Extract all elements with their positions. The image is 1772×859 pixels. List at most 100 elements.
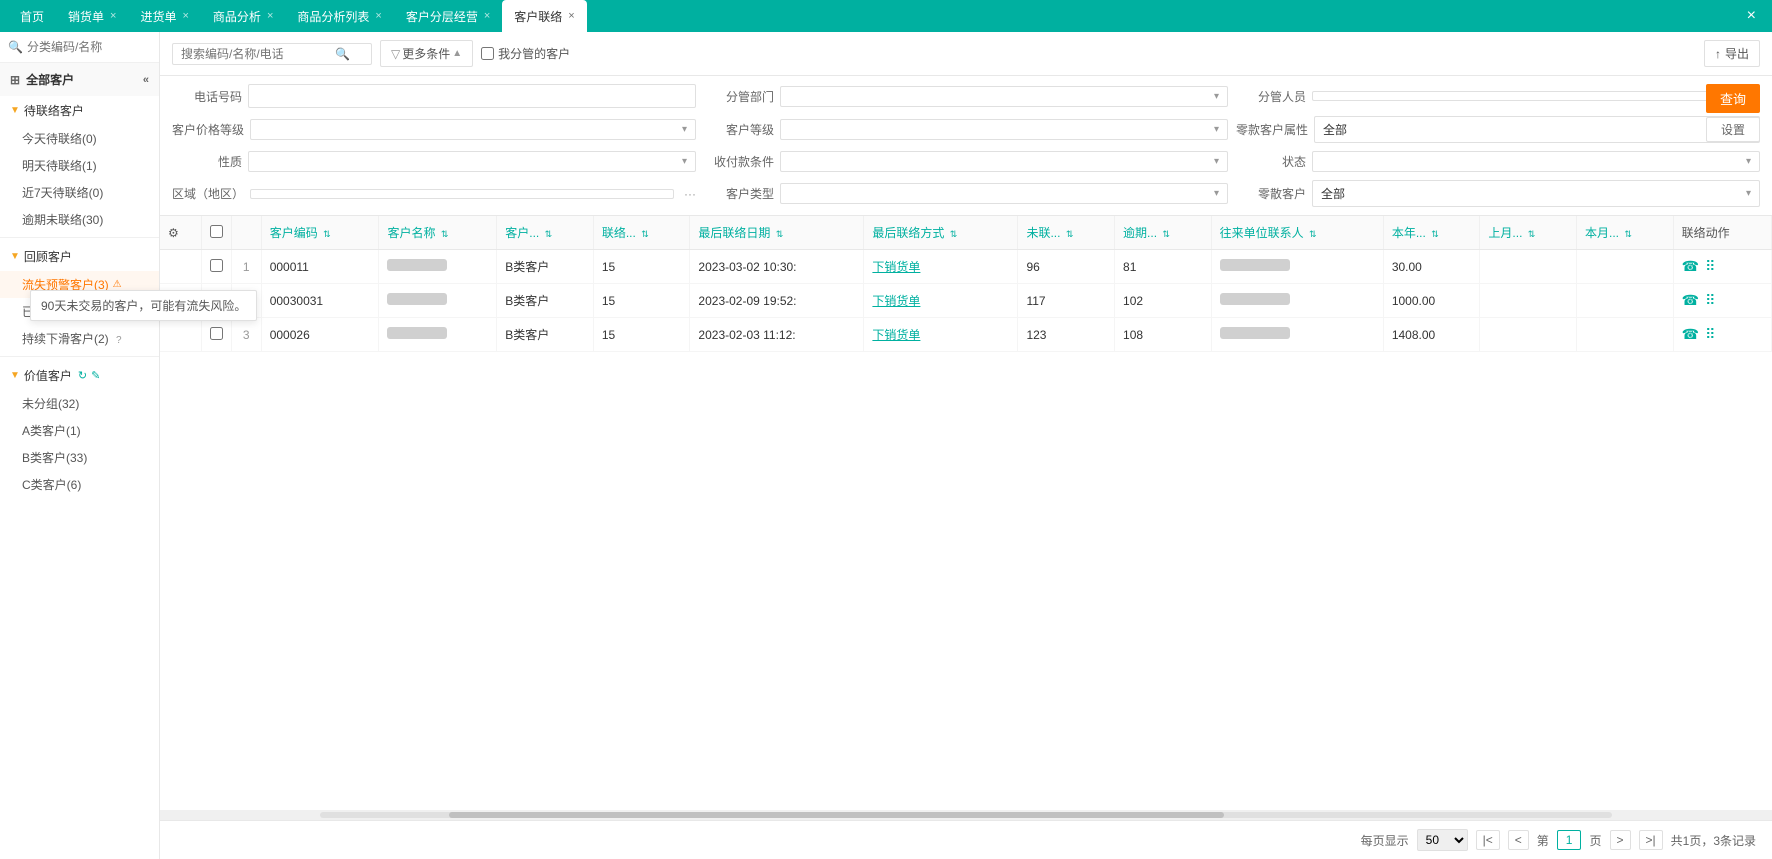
th-type[interactable]: 客户... ⇅ <box>497 216 594 250</box>
scrollbar-thumb[interactable] <box>449 812 1224 818</box>
nav-purchase[interactable]: 进货单 × <box>128 0 200 32</box>
nav-analysis-list[interactable]: 商品分析列表 × <box>285 0 393 32</box>
gender-select[interactable]: ▾ <box>248 151 696 172</box>
action-more-2[interactable]: ⠿ <box>1705 326 1715 343</box>
edit-icon[interactable]: ✎ <box>91 369 100 382</box>
nav-customer-segment-close[interactable]: × <box>484 10 490 22</box>
contact-method-link-1[interactable]: 下销货单 <box>872 294 920 308</box>
customer-type-select[interactable]: ▾ <box>780 183 1228 204</box>
th-last-month[interactable]: 上月... ⇅ <box>1480 216 1577 250</box>
nav-sales[interactable]: 销货单 × <box>56 0 128 32</box>
th-contact[interactable]: 联络... ⇅ <box>593 216 690 250</box>
nav-close-all[interactable]: × <box>1739 7 1764 25</box>
settings-button[interactable]: 设置 <box>1706 117 1760 142</box>
contact-method-link-2[interactable]: 下销货单 <box>872 328 920 342</box>
horizontal-scrollbar[interactable] <box>160 810 1772 820</box>
td-overdue-2: 108 <box>1115 318 1212 352</box>
customer-level-dropdown-icon: ▾ <box>1214 124 1219 135</box>
price-level-label: 客户价格等级 <box>172 121 244 138</box>
th-settings[interactable]: ⚙ <box>160 216 201 250</box>
nav-analysis-close[interactable]: × <box>267 10 273 22</box>
my-customers-checkbox[interactable] <box>481 47 494 60</box>
content-area: 🔍 ▽ 更多条件 ▲ 我分管的客户 ↑ 导出 查询 设置 <box>160 32 1772 859</box>
nav-customer-contact[interactable]: 客户联络 × <box>502 0 586 32</box>
td-last-contact-method-2[interactable]: 下销货单 <box>864 318 1018 352</box>
dept-select[interactable]: ▾ <box>780 86 1228 107</box>
sort-unit-contact-icon: ⇅ <box>1309 229 1317 239</box>
row-checkbox-0[interactable] <box>210 259 223 272</box>
nav-purchase-close[interactable]: × <box>182 10 188 22</box>
sidebar-item-today[interactable]: 今天待联络(0) <box>0 125 159 152</box>
zero-sales-select[interactable]: 全部 ▾ <box>1314 116 1760 143</box>
sidebar-all-customers[interactable]: ⊞ 全部客户 « <box>0 63 159 96</box>
td-type-2: B类客户 <box>497 318 594 352</box>
th-code[interactable]: 客户编码 ⇅ <box>261 216 379 250</box>
select-all-checkbox[interactable] <box>210 225 223 238</box>
sidebar-item-7days[interactable]: 近7天待联络(0) <box>0 179 159 206</box>
action-contact-0[interactable]: ☎ <box>1682 258 1699 275</box>
sidebar-item-ungrouped[interactable]: 未分组(32) <box>0 390 159 417</box>
region-select[interactable] <box>250 189 674 199</box>
nav-customer-segment[interactable]: 客户分层经营 × <box>394 0 502 32</box>
td-checkbox-2[interactable] <box>201 318 231 352</box>
table-row: 3 000026 B类客户 15 2023-02-03 11:12: 下销货单 … <box>160 318 1772 352</box>
phone-input[interactable] <box>248 84 696 108</box>
my-customers-filter[interactable]: 我分管的客户 <box>481 45 570 62</box>
sort-uncontact-icon: ⇅ <box>1066 229 1074 239</box>
th-last-contact-date[interactable]: 最后联络日期 ⇅ <box>690 216 864 250</box>
sidebar-item-class-a[interactable]: A类客户(1) <box>0 417 159 444</box>
prev-page-btn[interactable]: < <box>1508 830 1529 850</box>
action-contact-1[interactable]: ☎ <box>1682 292 1699 309</box>
first-page-btn[interactable]: |< <box>1476 830 1500 850</box>
payment-select[interactable]: ▾ <box>780 151 1228 172</box>
th-overdue[interactable]: 逾期... ⇅ <box>1115 216 1212 250</box>
sidebar-item-class-b[interactable]: B类客户(33) <box>0 444 159 471</box>
search-icon[interactable]: 🔍 <box>335 47 350 61</box>
th-checkbox[interactable] <box>201 216 231 250</box>
th-uncontact[interactable]: 未联... ⇅ <box>1018 216 1115 250</box>
group-review-title[interactable]: ▼ 回顾客户 <box>0 242 159 271</box>
query-button[interactable]: 查询 <box>1706 84 1760 113</box>
group-value-title[interactable]: ▼ 价值客户 ↻ ✎ <box>0 361 159 390</box>
th-name[interactable]: 客户名称 ⇅ <box>379 216 497 250</box>
more-filter-btn[interactable]: ▽ 更多条件 ▲ <box>380 40 473 67</box>
action-more-1[interactable]: ⠿ <box>1705 292 1715 309</box>
sidebar-item-declining[interactable]: 持续下滑客户(2) ? <box>0 325 159 352</box>
td-checkbox-0[interactable] <box>201 250 231 284</box>
th-this-month[interactable]: 本月... ⇅ <box>1577 216 1674 250</box>
nav-analysis-list-close[interactable]: × <box>375 10 381 22</box>
th-this-year[interactable]: 本年... ⇅ <box>1383 216 1480 250</box>
action-more-0[interactable]: ⠿ <box>1705 258 1715 275</box>
region-dots[interactable]: ··· <box>684 187 696 201</box>
zero-customer-select[interactable]: 全部 ▾ <box>1312 180 1760 207</box>
export-btn[interactable]: ↑ 导出 <box>1704 40 1760 67</box>
manager-select[interactable] <box>1312 91 1738 101</box>
sidebar-item-tomorrow[interactable]: 明天待联络(1) <box>0 152 159 179</box>
customer-level-select[interactable]: ▾ <box>780 119 1228 140</box>
row-checkbox-2[interactable] <box>210 327 223 340</box>
next-page-btn[interactable]: > <box>1610 830 1631 850</box>
action-contact-2[interactable]: ☎ <box>1682 326 1699 343</box>
nav-customer-segment-label: 客户分层经营 <box>406 8 478 25</box>
search-input[interactable] <box>181 47 331 61</box>
nav-home[interactable]: 首页 <box>8 0 56 32</box>
th-unit-contact[interactable]: 往来单位联系人 ⇅ <box>1211 216 1383 250</box>
td-last-contact-method-0[interactable]: 下销货单 <box>864 250 1018 284</box>
per-page-select[interactable]: 50 100 <box>1417 829 1468 851</box>
sidebar-item-overdue[interactable]: 逾期未联络(30) <box>0 206 159 233</box>
group-pending-title[interactable]: ▼ 待联络客户 <box>0 96 159 125</box>
payment-dropdown-icon: ▾ <box>1214 156 1219 167</box>
td-contact-2: 15 <box>593 318 690 352</box>
status-select[interactable]: ▾ <box>1312 151 1760 172</box>
contact-method-link-0[interactable]: 下销货单 <box>872 260 920 274</box>
th-last-contact-method[interactable]: 最后联络方式 ⇅ <box>864 216 1018 250</box>
price-level-select[interactable]: ▾ <box>250 119 696 140</box>
td-last-contact-method-1[interactable]: 下销货单 <box>864 284 1018 318</box>
sidebar-search-input[interactable] <box>27 40 160 54</box>
sidebar-item-class-c[interactable]: C类客户(6) <box>0 471 159 498</box>
nav-customer-contact-close[interactable]: × <box>568 10 574 22</box>
last-page-btn[interactable]: >| <box>1639 830 1663 850</box>
nav-analysis[interactable]: 商品分析 × <box>201 0 285 32</box>
nav-sales-close[interactable]: × <box>110 10 116 22</box>
refresh-icon[interactable]: ↻ <box>78 369 87 382</box>
